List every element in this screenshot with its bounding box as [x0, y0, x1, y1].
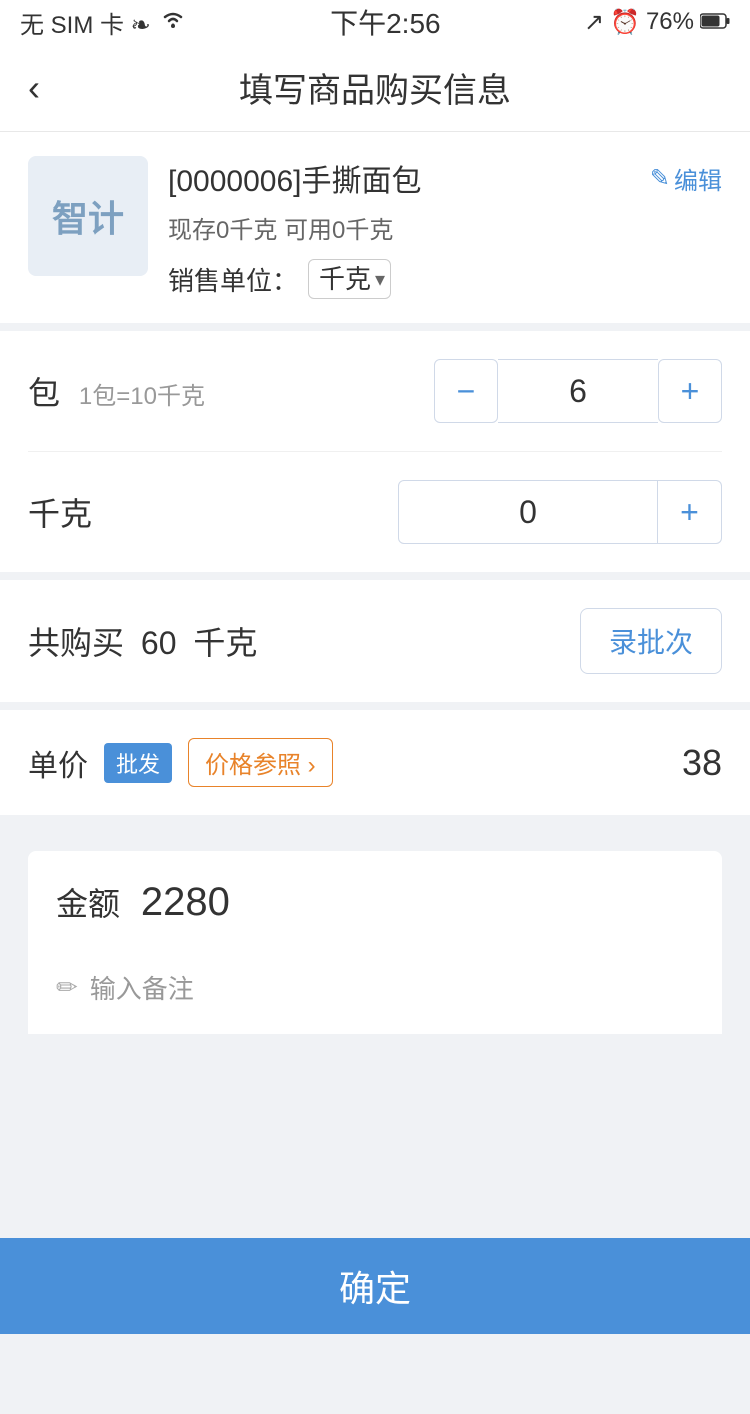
price-section: 单价 批发 价格参照 › 38 [0, 710, 750, 823]
kg-input[interactable] [398, 480, 658, 544]
price-reference-button[interactable]: 价格参照 › [188, 738, 333, 787]
wifi-icon [159, 8, 187, 36]
price-label: 单价 [28, 741, 88, 785]
back-button[interactable]: ‹ [28, 67, 40, 109]
price-value: 38 [682, 742, 722, 784]
product-card: 智计 [0000006]手撕面包 ✎ 编辑 现存0千克 可用0千克 销售单位： … [0, 132, 750, 331]
stepper-bao: − + [434, 359, 722, 423]
product-unit-row: 销售单位： 千克 [168, 259, 722, 299]
product-name: [0000006]手撕面包 [168, 156, 421, 200]
unit-select-wrap[interactable]: 千克 [308, 259, 391, 299]
form-row-kg: 千克 + [28, 452, 722, 572]
product-stock: 现存0千克 可用0千克 [168, 210, 722, 245]
alarm-icon: ⏰ [610, 8, 640, 37]
remark-placeholder: 输入备注 [90, 969, 194, 1006]
total-text: 共购买 60 千克 [28, 618, 257, 664]
spacer [0, 1034, 750, 1414]
status-left: 无 SIM 卡 ❧ [20, 5, 187, 40]
price-badge: 批发 [104, 743, 172, 783]
confirm-button[interactable]: 确定 [339, 1260, 411, 1312]
battery-percent: 76% [646, 8, 694, 36]
form-section: 包 1包=10千克 − + 千克 + [0, 331, 750, 572]
amount-row: 金额 2280 [28, 851, 722, 953]
decrement-bao-button[interactable]: − [434, 359, 498, 423]
edit-icon: ✎ [650, 164, 670, 193]
nav-bar: ‹ 填写商品购买信息 [0, 44, 750, 132]
battery-icon [700, 8, 730, 36]
status-bar: 无 SIM 卡 ❧ 下午2:56 ↗ ⏰ 76% [0, 0, 750, 44]
location-icon: ↗ [584, 8, 604, 37]
page-title: 填写商品购买信息 [239, 63, 511, 112]
pencil-icon: ✏ [56, 972, 78, 1003]
form-label-bao: 包 1包=10千克 [28, 368, 205, 414]
bao-input[interactable] [498, 359, 658, 423]
form-label-kg: 千克 [28, 489, 92, 535]
stepper-kg: + [398, 480, 722, 544]
total-row: 共购买 60 千克 录批次 [0, 572, 750, 702]
status-time: 下午2:56 [330, 2, 441, 42]
remark-row[interactable]: ✏ 输入备注 [28, 953, 722, 1034]
confirm-bar[interactable]: 确定 [0, 1238, 750, 1334]
product-info: [0000006]手撕面包 ✎ 编辑 现存0千克 可用0千克 销售单位： 千克 [168, 156, 722, 299]
product-thumb-logo: 智计 [52, 190, 124, 242]
increment-bao-button[interactable]: + [658, 359, 722, 423]
form-row-bao: 包 1包=10千克 − + [28, 331, 722, 452]
edit-button[interactable]: ✎ 编辑 [650, 161, 722, 196]
sim-status: 无 SIM 卡 ❧ [20, 5, 151, 40]
amount-section: 金额 2280 ✏ 输入备注 [0, 823, 750, 1034]
increment-kg-button[interactable]: + [658, 480, 722, 544]
unit-select[interactable]: 千克 [308, 259, 391, 299]
batch-button[interactable]: 录批次 [580, 608, 722, 674]
product-thumbnail: 智计 [28, 156, 148, 276]
unit-label: 销售单位： [168, 261, 298, 298]
status-right: ↗ ⏰ 76% [584, 8, 730, 37]
